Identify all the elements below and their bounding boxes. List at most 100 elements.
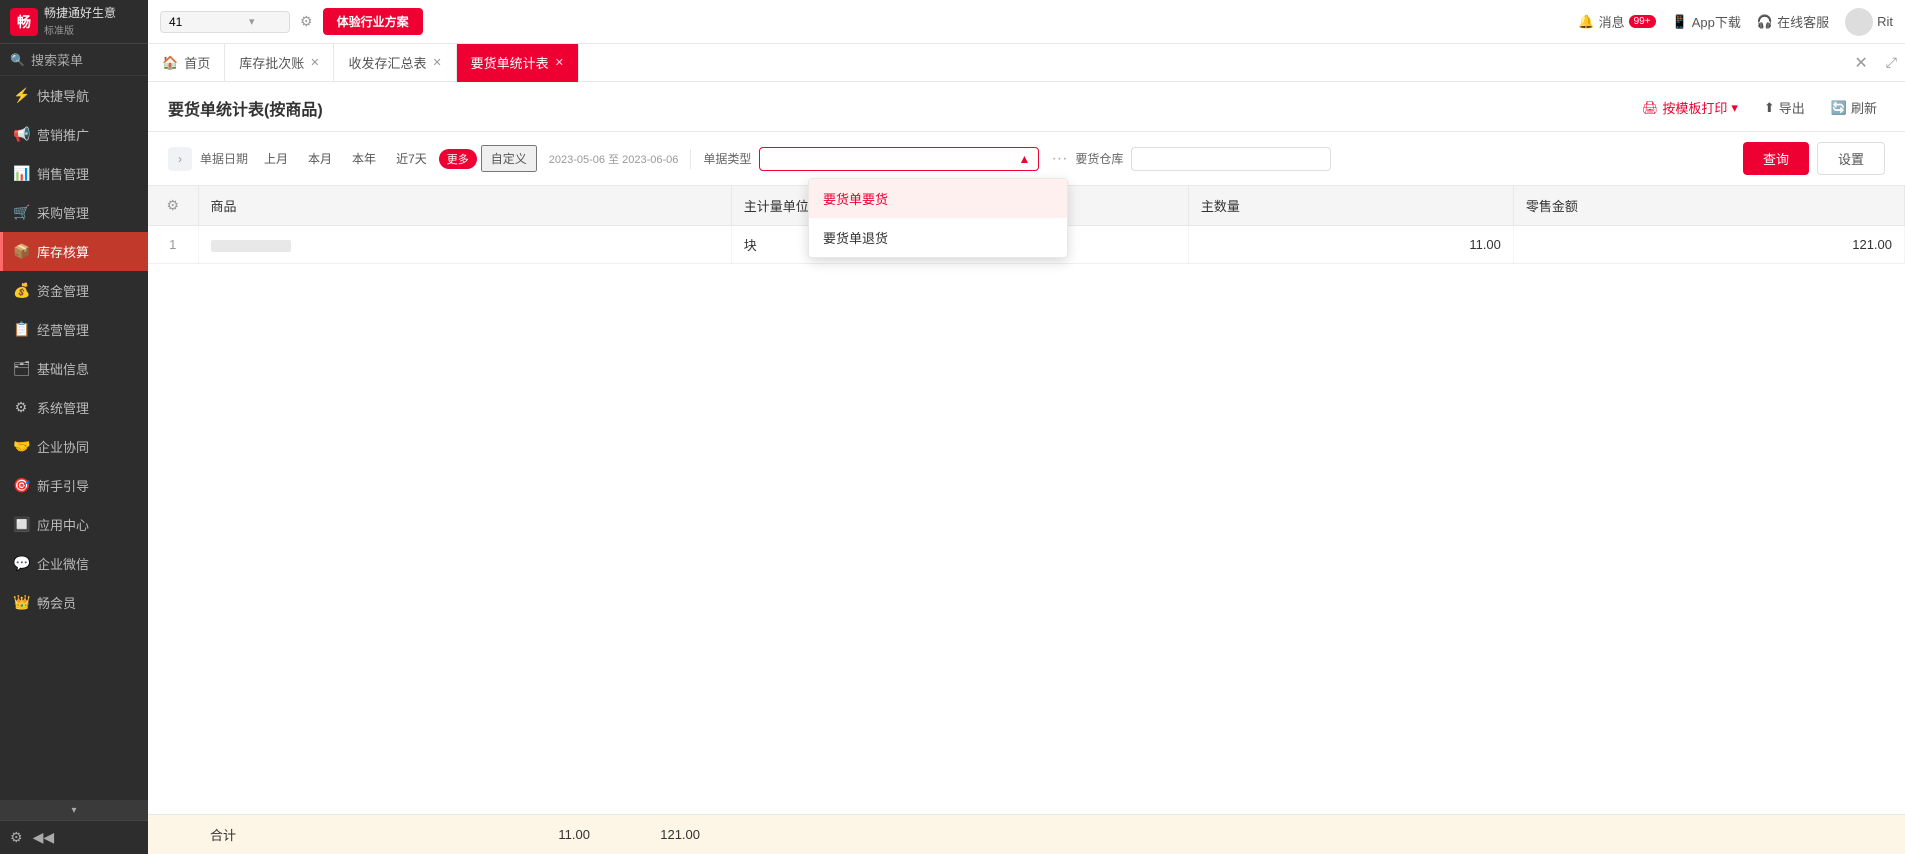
voucher-type-input[interactable] [768, 152, 1018, 166]
table-footer: 合计 11.00 121.00 [148, 814, 1905, 854]
export-btn[interactable]: ⬆ 导出 [1756, 94, 1813, 121]
topbar-right: 🔔 消息 99+ 📱 App下载 🎧 在线客服 Rit [1578, 8, 1893, 36]
sidebar-item-shortcut[interactable]: ⚡ 快捷导航 [0, 76, 148, 115]
sidebar-item-marketing[interactable]: 📢 营销推广 [0, 115, 148, 154]
row-seq: 1 [148, 226, 198, 264]
sidebar-item-label: 基础信息 [37, 359, 89, 378]
print-icon: 🖨 [1642, 100, 1659, 116]
dropdown-item-order-goods[interactable]: 要货单要货 [809, 179, 1067, 218]
system-icon: ⚙ [13, 399, 29, 416]
last-7-days-btn[interactable]: 近7天 [388, 147, 435, 170]
topbar-cta-button[interactable]: 体验行业方案 [323, 8, 423, 35]
online-service-btn[interactable]: 🎧 在线客服 [1757, 12, 1829, 31]
filter-more-options-btn[interactable]: ··· [1051, 150, 1067, 168]
page-title: 要货单统计表(按商品) [168, 96, 323, 120]
custom-date-btn[interactable]: 自定义 [481, 145, 537, 172]
last-month-btn[interactable]: 上月 [256, 147, 296, 170]
sidebar-item-sales[interactable]: 📊 销售管理 [0, 154, 148, 193]
footer-total-quantity: 11.00 [480, 827, 590, 842]
username-label: Rit [1877, 14, 1893, 29]
basic-icon: 🗂 [13, 360, 29, 377]
filter-bar: › 单据日期 上月 本月 本年 近7天 更多 自定义 2023-05-06 至 … [148, 132, 1905, 186]
guide-icon: 🎯 [13, 477, 29, 494]
shortcut-icon: ⚡ [13, 87, 29, 104]
tab-inventory-batch-close[interactable]: ✕ [310, 56, 319, 69]
tab-inventory-batch-label: 库存批次账 [239, 53, 304, 72]
sidebar-item-system[interactable]: ⚙ 系统管理 [0, 388, 148, 427]
print-chevron-icon: ▾ [1731, 100, 1738, 116]
sidebar-item-finance[interactable]: 💰 资金管理 [0, 271, 148, 310]
app-title-block: 畅捷通好生意 标准版 [44, 6, 116, 37]
search-icon: 🔍 [10, 53, 25, 67]
warehouse-filter-label: 要货仓库 [1075, 150, 1123, 167]
notification-badge: 99+ [1629, 15, 1656, 28]
filter-toggle-btn[interactable]: › [168, 147, 192, 171]
user-avatar-btn[interactable]: Rit [1845, 8, 1893, 36]
sidebar-item-label: 采购管理 [37, 203, 89, 222]
table-settings-icon[interactable]: ⚙ [166, 197, 179, 213]
tab-receivable-summary-close[interactable]: ✕ [432, 56, 441, 69]
sidebar-item-label: 资金管理 [37, 281, 89, 300]
tab-home[interactable]: 🏠 首页 [148, 44, 225, 82]
app-download-btn[interactable]: 📱 App下载 [1672, 12, 1741, 31]
settings-footer-icon[interactable]: ⚙ [10, 829, 23, 846]
download-icon: 📱 [1672, 14, 1688, 30]
warehouse-filter-input[interactable] [1131, 147, 1331, 171]
tab-order-summary-label: 要货单统计表 [471, 53, 549, 72]
date-buttons: 上月 本月 本年 近7天 更多 自定义 [256, 145, 537, 172]
sidebar-item-basic[interactable]: 🗂 基础信息 [0, 349, 148, 388]
row-quantity: 11.00 [1188, 226, 1513, 264]
voucher-type-input-wrapper: ▲ [759, 147, 1039, 171]
app-download-label: App下载 [1692, 12, 1741, 31]
footer-total-amount: 121.00 [590, 827, 700, 842]
sidebar-footer: ⚙ ◀◀ [0, 820, 148, 854]
tab-receivable-summary-label: 收发存汇总表 [348, 53, 426, 72]
tab-receivable-summary[interactable]: 收发存汇总表 ✕ [334, 44, 456, 82]
query-button[interactable]: 查询 [1743, 142, 1809, 175]
sidebar-search[interactable]: 🔍 搜索菜单 [0, 44, 148, 76]
tab-expand-btn[interactable]: ⤢ [1878, 54, 1905, 71]
sidebar-item-operation[interactable]: 📋 经营管理 [0, 310, 148, 349]
sidebar-item-vip[interactable]: 👑 畅会员 [0, 583, 148, 622]
page-header-top: 要货单统计表(按商品) 🖨 按模板打印 ▾ ⬆ 导出 🔄 刷新 [168, 94, 1885, 121]
collapse-icon[interactable]: ◀◀ [33, 829, 55, 846]
wechat-icon: 💬 [13, 555, 29, 572]
topbar-dropdown-chevron[interactable]: ▾ [249, 15, 255, 28]
col-header-settings[interactable]: ⚙ [148, 186, 198, 226]
notifications-btn[interactable]: 🔔 消息 99+ [1578, 12, 1655, 31]
online-service-label: 在线客服 [1777, 12, 1829, 31]
this-year-btn[interactable]: 本年 [344, 147, 384, 170]
more-dates-btn[interactable]: 更多 [439, 149, 477, 169]
sidebar-item-cooperation[interactable]: 🤝 企业协同 [0, 427, 148, 466]
export-icon: ⬆ [1764, 100, 1775, 116]
topbar-input-group: ▾ [160, 11, 290, 33]
dropdown-item-order-return[interactable]: 要货单退货 [809, 218, 1067, 257]
finance-icon: 💰 [13, 282, 29, 299]
sidebar-item-label: 快捷导航 [37, 86, 89, 105]
sidebar-item-label: 畅会员 [37, 593, 76, 612]
operation-icon: 📋 [13, 321, 29, 338]
topbar-gear-icon[interactable]: ⚙ [300, 13, 313, 30]
settings-button[interactable]: 设置 [1817, 142, 1885, 175]
topbar-search-input[interactable] [169, 15, 249, 29]
print-template-btn[interactable]: 🖨 按模板打印 ▾ [1634, 94, 1746, 121]
sidebar-item-label: 企业微信 [37, 554, 89, 573]
col-header-quantity: 主数量 [1188, 186, 1513, 226]
sidebar-item-purchase[interactable]: 🛒 采购管理 [0, 193, 148, 232]
tab-close-all-btn[interactable]: ✕ [1844, 53, 1877, 73]
inventory-icon: 📦 [13, 243, 29, 260]
tab-order-summary[interactable]: 要货单统计表 ✕ [457, 44, 579, 82]
sidebar-item-wechat[interactable]: 💬 企业微信 [0, 544, 148, 583]
sidebar-item-guide[interactable]: 🎯 新手引导 [0, 466, 148, 505]
sidebar-item-label: 企业协同 [37, 437, 89, 456]
tab-order-summary-close[interactable]: ✕ [555, 56, 564, 69]
voucher-type-dropdown-arrow[interactable]: ▲ [1019, 152, 1031, 166]
sidebar-item-inventory[interactable]: 📦 库存核算 [0, 232, 148, 271]
headset-icon: 🎧 [1757, 14, 1773, 30]
sidebar-scroll-down[interactable]: ▾ [0, 800, 148, 820]
tab-inventory-batch[interactable]: 库存批次账 ✕ [225, 44, 334, 82]
sidebar-item-appstore[interactable]: 🔲 应用中心 [0, 505, 148, 544]
this-month-btn[interactable]: 本月 [300, 147, 340, 170]
refresh-btn[interactable]: 🔄 刷新 [1823, 94, 1885, 121]
product-placeholder [211, 240, 291, 252]
